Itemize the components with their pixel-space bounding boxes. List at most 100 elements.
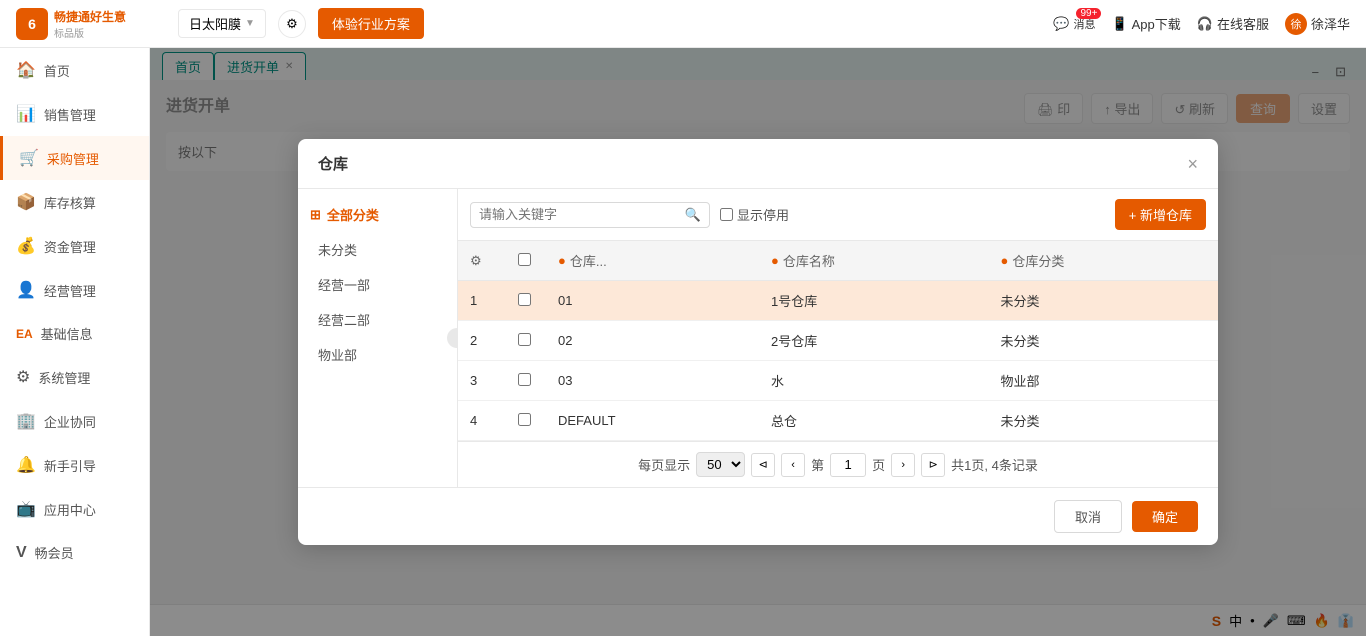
th-category: ● 仓库分类 [988, 241, 1218, 281]
row-code: DEFAULT [546, 401, 759, 441]
row-checkbox-cell [506, 321, 546, 361]
user-menu-btn[interactable]: 徐 徐泽华 [1285, 13, 1350, 35]
sidebar-item-member[interactable]: V 畅会员 [0, 531, 149, 574]
sidebar-item-label: 采购管理 [47, 149, 99, 168]
category-item-unclassified[interactable]: 未分类 [298, 232, 457, 267]
sidebar-item-label: 基础信息 [41, 324, 93, 343]
show-disabled-check[interactable] [720, 208, 733, 221]
page-next-btn[interactable]: › [891, 453, 915, 477]
category-all-btn[interactable]: ⊞ 全部分类 [298, 197, 457, 232]
page-unit: 页 [872, 455, 885, 474]
all-category-label: 全部分类 [327, 205, 379, 224]
main-layout: 🏠 首页 📊 销售管理 🛒 采购管理 📦 库存核算 💰 资金管理 👤 经营管理 … [0, 48, 1366, 636]
sidebar-item-basic-info[interactable]: EA 基础信息 [0, 312, 149, 355]
app-download-btn[interactable]: 📱 App下载 [1111, 14, 1180, 33]
category-item-ops2[interactable]: 经营二部 [298, 302, 457, 337]
sidebar-item-home[interactable]: 🏠 首页 [0, 48, 149, 92]
modal-footer: 取消 确定 [298, 487, 1218, 545]
data-table: ⚙ ● 仓库... [458, 241, 1218, 441]
row-checkbox[interactable] [518, 413, 531, 426]
row-checkbox-cell [506, 401, 546, 441]
app-logo-icon: 6 [16, 8, 48, 40]
row-number: 3 [458, 361, 506, 401]
select-all-checkbox[interactable] [518, 253, 531, 266]
sort-icon: ● [558, 253, 566, 268]
row-category: 未分类 [988, 281, 1218, 321]
online-service-label: 在线客服 [1217, 14, 1269, 33]
sort-icon: ● [771, 253, 779, 268]
page-number-input[interactable] [830, 453, 866, 477]
table-row[interactable]: 4 DEFAULT 总仓 未分类 [458, 401, 1218, 441]
warehouse-modal: 仓库 × ⊞ 全部分类 未分类 经营一 [298, 139, 1218, 545]
sidebar-item-sales[interactable]: 📊 销售管理 [0, 92, 149, 136]
sidebar-item-label: 经营管理 [44, 281, 96, 300]
search-input[interactable] [479, 207, 679, 222]
modal-close-btn[interactable]: × [1187, 155, 1198, 173]
row-checkbox[interactable] [518, 373, 531, 386]
operations-icon: 👤 [16, 280, 36, 300]
th-gear: ⚙ [458, 241, 506, 281]
per-page-label: 每页显示 [638, 455, 690, 474]
sidebar-item-enterprise[interactable]: 🏢 企业协同 [0, 399, 149, 443]
online-service-btn[interactable]: 🎧 在线客服 [1197, 14, 1269, 33]
row-category: 物业部 [988, 361, 1218, 401]
th-code: ● 仓库... [546, 241, 759, 281]
table-row[interactable]: 1 01 1号仓库 未分类 [458, 281, 1218, 321]
store-name: 日太阳膜 [189, 14, 241, 33]
guide-icon: 🔔 [16, 455, 36, 475]
table-row[interactable]: 2 02 2号仓库 未分类 [458, 321, 1218, 361]
table-header-row: ⚙ ● 仓库... [458, 241, 1218, 281]
notification-badge: 99+ [1076, 8, 1101, 19]
sidebar-item-label: 销售管理 [44, 105, 96, 124]
modal-title: 仓库 [318, 153, 348, 174]
trial-btn[interactable]: 体验行业方案 [318, 8, 424, 39]
cancel-btn[interactable]: 取消 [1054, 500, 1122, 533]
row-number: 2 [458, 321, 506, 361]
sidebar-item-operations[interactable]: 👤 经营管理 [0, 268, 149, 312]
page-first-btn[interactable]: ⊲ [751, 453, 775, 477]
show-disabled-checkbox[interactable]: 显示停用 [720, 205, 789, 224]
sidebar-item-finance[interactable]: 💰 资金管理 [0, 224, 149, 268]
store-selector[interactable]: 日太阳膜 ▼ [178, 9, 266, 38]
show-disabled-label: 显示停用 [737, 205, 789, 224]
category-panel: ⊞ 全部分类 未分类 经营一部 经营二部 物业部 [298, 189, 458, 487]
row-checkbox[interactable] [518, 293, 531, 306]
page-prev-btn[interactable]: ‹ [781, 453, 805, 477]
modal-overlay: 仓库 × ⊞ 全部分类 未分类 经营一 [150, 48, 1366, 636]
search-icon: 🔍 [685, 207, 701, 223]
settings-icon-btn[interactable]: ⚙ [278, 10, 306, 38]
page-label: 第 [811, 455, 824, 474]
row-checkbox[interactable] [518, 333, 531, 346]
row-name: 2号仓库 [759, 321, 988, 361]
sidebar-item-label: 应用中心 [44, 500, 96, 519]
page-last-btn[interactable]: ⊳ [921, 453, 945, 477]
row-category: 未分类 [988, 321, 1218, 361]
purchase-icon: 🛒 [19, 148, 39, 168]
sidebar-item-app-center[interactable]: 📺 应用中心 [0, 487, 149, 531]
table-toolbar: 🔍 显示停用 + 新增仓库 [458, 189, 1218, 241]
sidebar-item-guide[interactable]: 🔔 新手引导 [0, 443, 149, 487]
message-icon: 💬 [1053, 16, 1069, 32]
warehouse-table: ⚙ ● 仓库... [458, 241, 1218, 441]
logo-area: 6 畅捷通好生意 标品版 [16, 8, 166, 40]
sidebar-item-inventory[interactable]: 📦 库存核算 [0, 180, 149, 224]
modal-header: 仓库 × [298, 139, 1218, 189]
sidebar-item-purchase[interactable]: 🛒 采购管理 [0, 136, 149, 180]
finance-icon: 💰 [16, 236, 36, 256]
home-icon: 🏠 [16, 60, 36, 80]
per-page-select[interactable]: 50 [696, 452, 745, 477]
settings-icon: ⚙ [470, 253, 482, 268]
table-row[interactable]: 3 03 水 物业部 [458, 361, 1218, 401]
row-name: 水 [759, 361, 988, 401]
sidebar-item-system[interactable]: ⚙ 系统管理 [0, 355, 149, 399]
confirm-btn[interactable]: 确定 [1132, 501, 1198, 532]
notification-btn[interactable]: 💬 消息 99+ [1053, 16, 1095, 32]
category-item-ops1[interactable]: 经营一部 [298, 267, 457, 302]
app-center-icon: 📺 [16, 499, 36, 519]
logo-main-text: 畅捷通好生意 [54, 8, 126, 25]
category-item-property[interactable]: 物业部 [298, 337, 457, 372]
top-header: 6 畅捷通好生意 标品版 日太阳膜 ▼ ⚙ 体验行业方案 💬 消息 99+ 📱 … [0, 0, 1366, 48]
logo-text-block: 畅捷通好生意 标品版 [54, 8, 126, 40]
search-input-wrap: 🔍 [470, 202, 710, 228]
add-warehouse-btn[interactable]: + 新增仓库 [1115, 199, 1206, 230]
